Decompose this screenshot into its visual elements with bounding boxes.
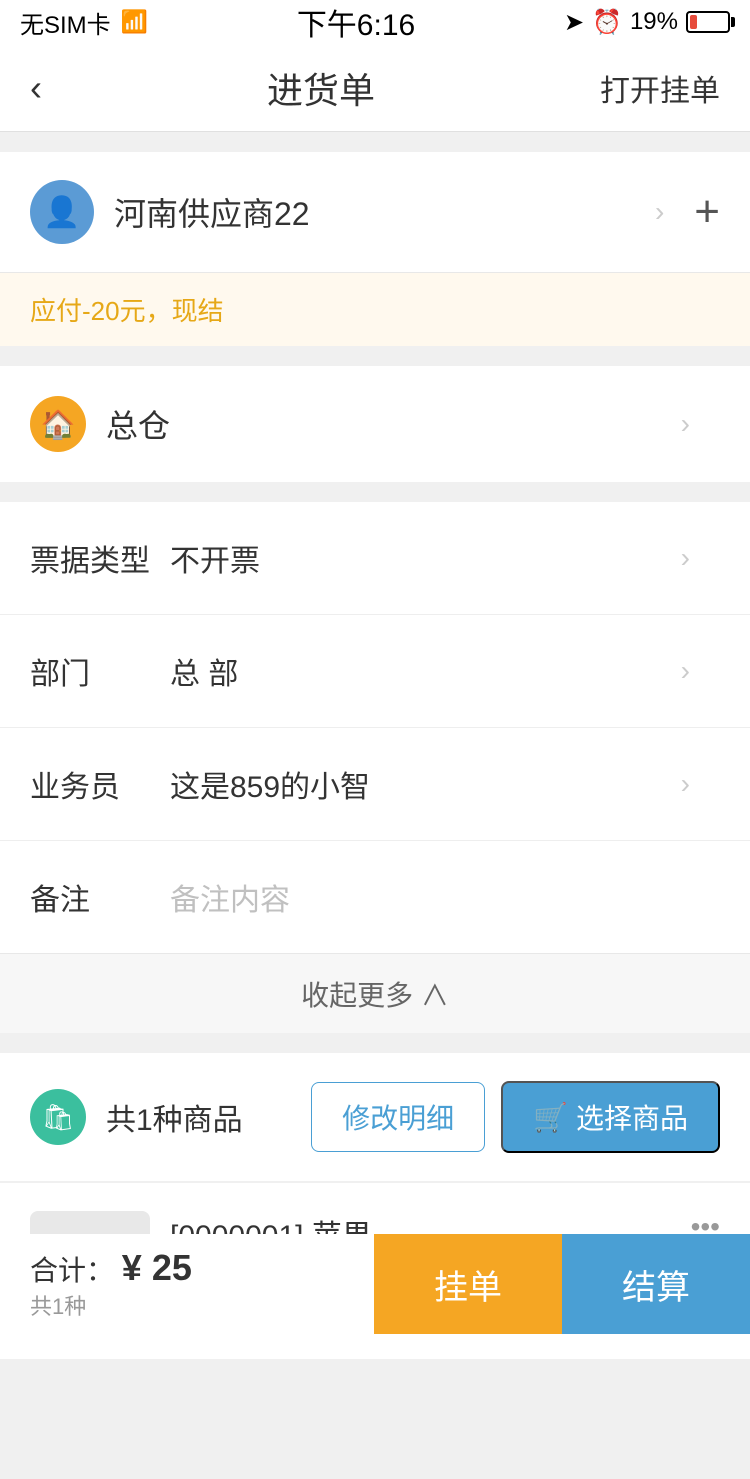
- warehouse-chevron-icon: ›: [681, 408, 690, 440]
- add-button[interactable]: +: [694, 187, 720, 237]
- location-icon: ➤: [564, 8, 584, 37]
- sales-value: 这是859的小智: [170, 762, 681, 806]
- supplier-card: 👤 河南供应商22 › + 应付-20元，现结: [0, 152, 750, 346]
- dept-chevron-icon: ›: [681, 655, 690, 687]
- total-section: 合计： ¥ 25 共1种: [0, 1234, 374, 1334]
- carrier-label: 无SIM卡: [20, 5, 111, 40]
- battery-fill: [690, 15, 697, 29]
- hang-label: 挂单: [434, 1260, 502, 1309]
- dept-label: 部门: [30, 649, 170, 693]
- battery-percent: 19%: [630, 8, 678, 36]
- sales-label: 业务员: [30, 762, 170, 806]
- select-product-label: 选择商品: [576, 1097, 688, 1137]
- open-hang-button[interactable]: 打开挂单: [600, 66, 720, 110]
- section-gap-4: [0, 1033, 750, 1053]
- total-label: 合计：: [30, 1255, 114, 1286]
- remark-row[interactable]: 备注 备注内容: [0, 840, 750, 953]
- products-header: 🛍 共1种商品 修改明细 🛒 选择商品: [0, 1053, 750, 1181]
- notice-text: 应付-20元，现结: [30, 296, 224, 326]
- total-count: 共1种: [30, 1289, 344, 1321]
- status-left: 无SIM卡 📶: [20, 5, 148, 40]
- section-gap-1: [0, 132, 750, 152]
- wifi-icon: 📶: [121, 9, 148, 35]
- dept-row[interactable]: 部门 总 部 ›: [0, 614, 750, 727]
- checkout-button[interactable]: 结算: [562, 1234, 750, 1334]
- warehouse-icon: 🏠: [30, 396, 86, 452]
- invoice-value: 不开票: [170, 536, 681, 580]
- section-gap-3: [0, 482, 750, 502]
- form-card: 票据类型 不开票 › 部门 总 部 › 业务员 这是859的小智 › 备注 备注…: [0, 502, 750, 1033]
- invoice-row[interactable]: 票据类型 不开票 ›: [0, 502, 750, 614]
- supplier-name: 河南供应商22: [114, 189, 655, 235]
- collapse-label: 收起更多 ∧: [301, 974, 449, 1014]
- notice-bar: 应付-20元，现结: [0, 273, 750, 346]
- bottom-bar: 合计： ¥ 25 共1种 挂单 结算: [0, 1234, 750, 1334]
- page-title: 进货单: [267, 62, 375, 114]
- warehouse-card[interactable]: 🏠 总仓 ›: [0, 366, 750, 482]
- nav-bar: ‹ 进货单 打开挂单: [0, 44, 750, 132]
- status-right: ➤ ⏰ 19%: [564, 8, 730, 37]
- back-button[interactable]: ‹: [30, 67, 42, 109]
- warehouse-name: 总仓: [106, 401, 681, 447]
- status-time: 下午6:16: [297, 0, 415, 44]
- sales-chevron-icon: ›: [681, 768, 690, 800]
- person-icon: 👤: [43, 195, 80, 230]
- dept-value: 总 部: [170, 649, 681, 693]
- sales-row[interactable]: 业务员 这是859的小智 ›: [0, 727, 750, 840]
- cart-icon: 🛍: [41, 1102, 74, 1133]
- battery-indicator: [686, 11, 730, 33]
- invoice-label: 票据类型: [30, 536, 170, 580]
- remark-label: 备注: [30, 875, 170, 919]
- status-bar: 无SIM卡 📶 下午6:16 ➤ ⏰ 19%: [0, 0, 750, 44]
- total-amount: ¥ 25: [122, 1247, 192, 1288]
- products-count: 共1种商品: [106, 1095, 311, 1139]
- invoice-chevron-icon: ›: [681, 542, 690, 574]
- checkout-label: 结算: [622, 1260, 690, 1309]
- select-product-icon: 🛒: [533, 1101, 568, 1134]
- bottom-spacer: [0, 1359, 750, 1479]
- collapse-bar[interactable]: 收起更多 ∧: [0, 953, 750, 1033]
- remark-input[interactable]: 备注内容: [170, 875, 720, 919]
- alarm-icon: ⏰: [592, 8, 622, 37]
- total-line: 合计： ¥ 25: [30, 1247, 344, 1289]
- select-product-button[interactable]: 🛒 选择商品: [501, 1081, 720, 1153]
- section-gap-2: [0, 346, 750, 366]
- home-icon: 🏠: [41, 408, 76, 441]
- edit-detail-button[interactable]: 修改明细: [311, 1082, 485, 1152]
- supplier-chevron-icon: ›: [655, 196, 664, 228]
- warehouse-row[interactable]: 🏠 总仓 ›: [0, 366, 750, 482]
- products-icon: 🛍: [30, 1089, 86, 1145]
- supplier-avatar: 👤: [30, 180, 94, 244]
- supplier-row[interactable]: 👤 河南供应商22 › +: [0, 152, 750, 273]
- hang-button[interactable]: 挂单: [374, 1234, 562, 1334]
